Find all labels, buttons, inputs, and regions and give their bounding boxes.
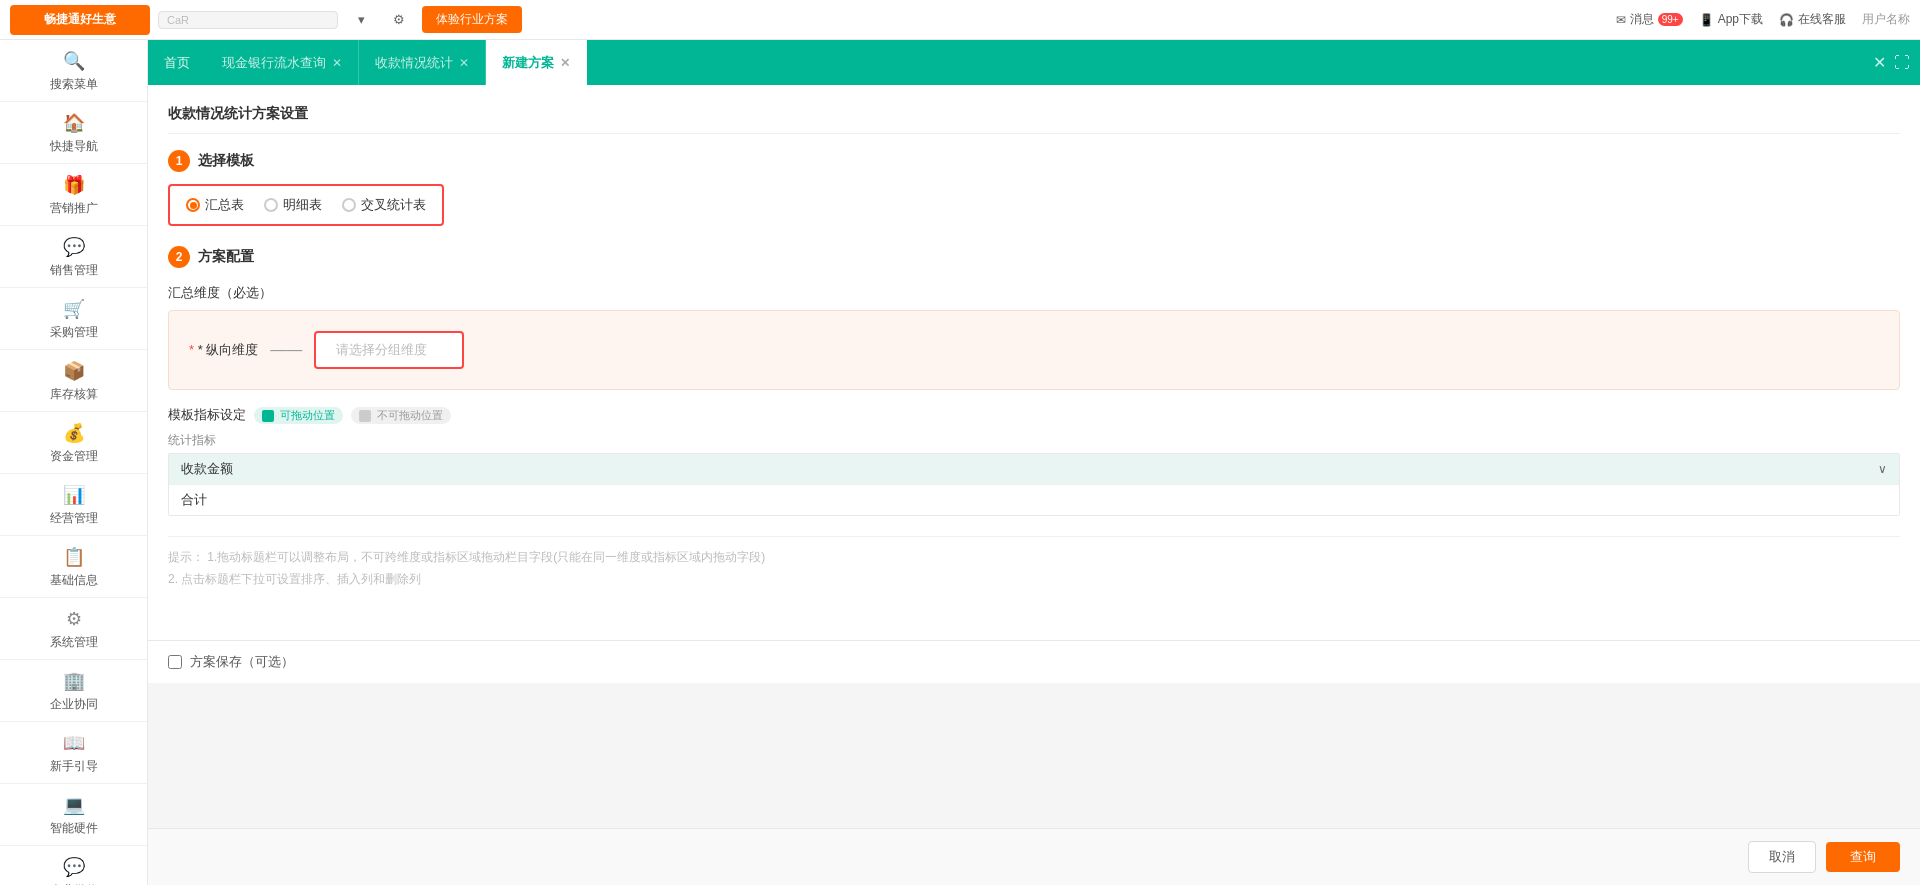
sidebar-item-wechat[interactable]: 💬 企业微信 — [0, 846, 147, 885]
tab-expand-btn[interactable]: ⛶ — [1894, 54, 1910, 72]
cancel-button[interactable]: 取消 — [1748, 841, 1816, 873]
sidebar-item-hardware[interactable]: 💻 智能硬件 — [0, 784, 147, 846]
wechat-icon: 💬 — [63, 856, 85, 878]
tip-line-1: 提示： 1.拖动标题栏可以调整布局，不可跨维度或指标区域拖动栏目字段(只能在同一… — [168, 547, 1900, 569]
content-area: 首页 现金银行流水查询 ✕ 收款情况统计 ✕ 新建方案 ✕ ✕ ⛶ — [148, 40, 1920, 885]
laptop-icon: 💻 — [63, 794, 85, 816]
page-inner: 收款情况统计方案设置 1 选择模板 汇总表 明细表 — [148, 85, 1920, 640]
message-btn[interactable]: ✉ 消息 99+ — [1616, 11, 1683, 28]
tab-receipt[interactable]: 收款情况统计 ✕ — [359, 40, 486, 85]
save-label: 方案保存（可选） — [190, 653, 294, 671]
sidebar-item-guide[interactable]: 📖 新手引导 — [0, 722, 147, 784]
search-icon: 🔍 — [63, 50, 85, 72]
sidebar-item-purchase[interactable]: 🛒 采购管理 — [0, 288, 147, 350]
badge-draggable: 可拖动位置 — [254, 407, 343, 424]
step1-number: 1 — [168, 150, 190, 172]
save-section: 方案保存（可选） — [148, 640, 1920, 683]
stats-label: 统计指标 — [168, 432, 1900, 449]
chat-icon: 💬 — [63, 236, 85, 258]
dimension-title: 汇总维度（必选） — [168, 284, 1900, 302]
metrics-table: 收款金额 ∨ 合计 — [168, 453, 1900, 516]
tab-new-plan[interactable]: 新建方案 ✕ — [486, 40, 587, 85]
page-title: 收款情况统计方案设置 — [168, 105, 1900, 134]
tab-close-btn[interactable]: ✕ — [1873, 53, 1886, 72]
sidebar-item-collab[interactable]: 🏢 企业协同 — [0, 660, 147, 722]
home-icon: 🏠 — [63, 112, 85, 134]
sidebar-item-finance[interactable]: 💰 资金管理 — [0, 412, 147, 474]
trial-btn[interactable]: 体验行业方案 — [422, 6, 522, 33]
step2-number: 2 — [168, 246, 190, 268]
save-checkbox[interactable] — [168, 655, 182, 669]
metrics-table-header[interactable]: 收款金额 ∨ — [169, 454, 1899, 484]
dimension-row: * * 纵向维度 —— 请选择分组维度 — [189, 331, 1879, 369]
dimension-config: 汇总维度（必选） * * 纵向维度 —— 请选择分组维度 — [168, 284, 1900, 390]
sidebar-item-sales[interactable]: 💬 销售管理 — [0, 226, 147, 288]
breadcrumb-input: CaR — [158, 11, 338, 29]
sidebar-item-marketing[interactable]: 🎁 营销推广 — [0, 164, 147, 226]
tab-receipt-close[interactable]: ✕ — [459, 56, 469, 70]
sidebar-item-operations[interactable]: 📊 经营管理 — [0, 474, 147, 536]
badge-fixed: 不可拖动位置 — [351, 407, 451, 424]
step2-block: 2 方案配置 汇总维度（必选） * * 纵向维度 —— — [168, 246, 1900, 600]
user-name: 用户名称 — [1862, 11, 1910, 28]
metrics-table-row: 合计 — [169, 484, 1899, 515]
radio-summary-circle — [186, 198, 200, 212]
download-btn[interactable]: 📱 App下载 — [1699, 11, 1763, 28]
breadcrumb-dropdown[interactable]: ▾ — [346, 5, 376, 35]
chart-icon: 📊 — [63, 484, 85, 506]
step1-label: 1 选择模板 — [168, 150, 1900, 172]
dimension-box: * * 纵向维度 —— 请选择分组维度 — [168, 310, 1900, 390]
tips-section: 提示： 1.拖动标题栏可以调整布局，不可跨维度或指标区域拖动栏目字段(只能在同一… — [168, 536, 1900, 600]
tab-home[interactable]: 首页 — [148, 40, 206, 85]
book-icon: 📖 — [63, 732, 85, 754]
message-icon: ✉ — [1616, 13, 1626, 27]
step2-label: 2 方案配置 — [168, 246, 1900, 268]
radio-cross[interactable]: 交叉统计表 — [342, 196, 426, 214]
radio-cross-circle — [342, 198, 356, 212]
gear-icon: ⚙ — [66, 608, 82, 630]
footer-bar: 取消 查询 — [148, 828, 1920, 885]
list-icon: 📋 — [63, 546, 85, 568]
metrics-label: 模板指标设定 可拖动位置 不可拖动位置 — [168, 406, 1900, 424]
sidebar-item-inventory[interactable]: 📦 库存核算 — [0, 350, 147, 412]
service-btn[interactable]: 🎧 在线客服 — [1779, 11, 1846, 28]
message-badge: 99+ — [1658, 13, 1683, 26]
sidebar: 🔍 搜索菜单 🏠 快捷导航 🎁 营销推广 💬 销售管理 🛒 采购管理 📦 库存核… — [0, 40, 148, 885]
money-icon: 💰 — [63, 422, 85, 444]
sidebar-item-nav[interactable]: 🏠 快捷导航 — [0, 102, 147, 164]
tab-cashflow[interactable]: 现金银行流水查询 ✕ — [206, 40, 359, 85]
cart-icon: 🛒 — [63, 298, 85, 320]
sidebar-item-system[interactable]: ⚙ 系统管理 — [0, 598, 147, 660]
top-bar: 畅捷通好生意 CaR ▾ ⚙ 体验行业方案 ✉ 消息 99+ 📱 App下载 🎧… — [0, 0, 1920, 40]
app-logo: 畅捷通好生意 — [10, 5, 150, 35]
dimension-selector[interactable]: 请选择分组维度 — [314, 331, 464, 369]
tip-line-2: 2. 点击标题栏下拉可设置排序、插入列和删除列 — [168, 569, 1900, 591]
radio-summary[interactable]: 汇总表 — [186, 196, 244, 214]
tab-bar: 首页 现金银行流水查询 ✕ 收款情况统计 ✕ 新建方案 ✕ ✕ ⛶ — [148, 40, 1920, 85]
tab-new-plan-close[interactable]: ✕ — [560, 56, 570, 70]
header-right: ✉ 消息 99+ 📱 App下载 🎧 在线客服 用户名称 — [1616, 11, 1910, 28]
step1-block: 1 选择模板 汇总表 明细表 — [168, 150, 1900, 226]
radio-detail-circle — [264, 198, 278, 212]
service-icon: 🎧 — [1779, 13, 1794, 27]
building-icon: 🏢 — [63, 670, 85, 692]
template-select-box: 汇总表 明细表 交叉统计表 — [168, 184, 444, 226]
sidebar-item-basic[interactable]: 📋 基础信息 — [0, 536, 147, 598]
radio-detail[interactable]: 明细表 — [264, 196, 322, 214]
arrow-icon: —— — [270, 341, 302, 359]
settings-icon[interactable]: ⚙ — [384, 5, 414, 35]
box-icon: 📦 — [63, 360, 85, 382]
query-button[interactable]: 查询 — [1826, 842, 1900, 872]
sidebar-item-search[interactable]: 🔍 搜索菜单 — [0, 40, 147, 102]
page-content: 收款情况统计方案设置 1 选择模板 汇总表 明细表 — [148, 85, 1920, 828]
gift-icon: 🎁 — [63, 174, 85, 196]
main-layout: 🔍 搜索菜单 🏠 快捷导航 🎁 营销推广 💬 销售管理 🛒 采购管理 📦 库存核… — [0, 40, 1920, 885]
tab-bar-actions: ✕ ⛶ — [1863, 40, 1920, 85]
dimension-row-label: * * 纵向维度 — [189, 341, 258, 359]
tab-cashflow-close[interactable]: ✕ — [332, 56, 342, 70]
chevron-down-icon: ∨ — [1878, 462, 1887, 476]
metrics-section: 模板指标设定 可拖动位置 不可拖动位置 统计指标 — [168, 406, 1900, 516]
download-icon: 📱 — [1699, 13, 1714, 27]
